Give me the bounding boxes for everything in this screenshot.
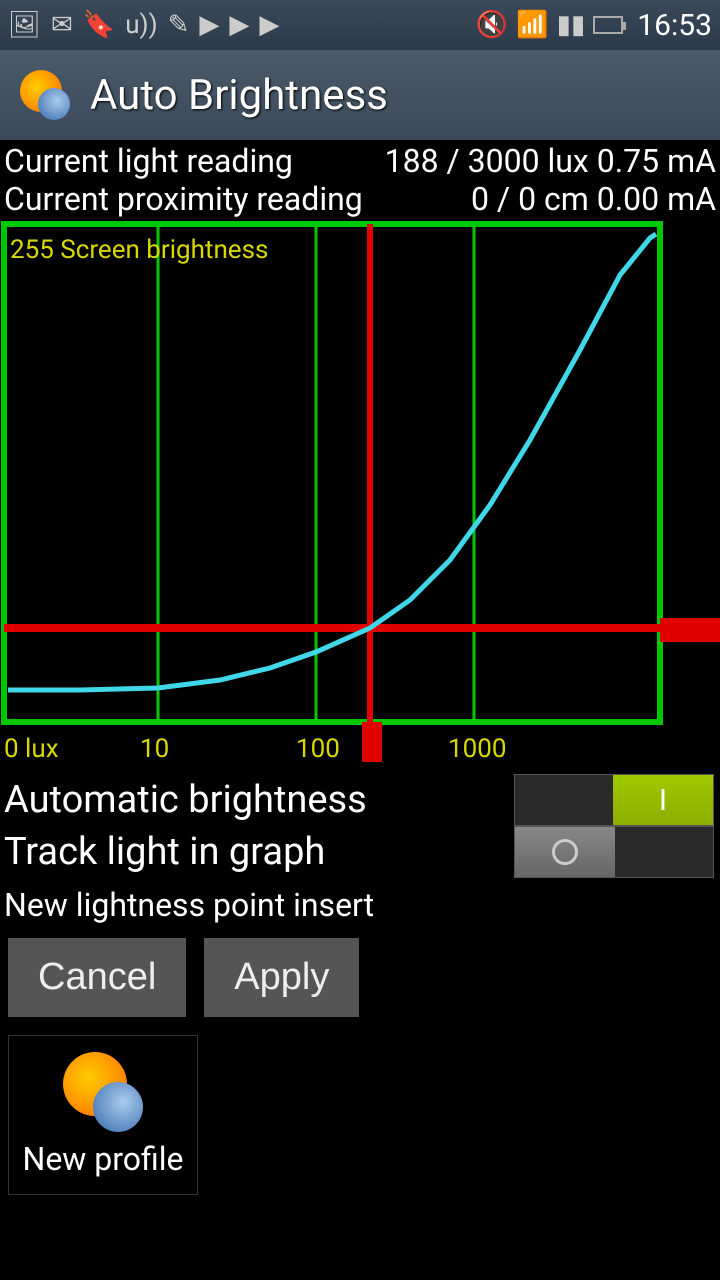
- chart-svg: [0, 220, 720, 770]
- track-light-toggle[interactable]: [514, 826, 714, 878]
- gmail-icon: ✉: [51, 10, 73, 40]
- wifi-icon: 📶: [516, 10, 548, 40]
- light-reading-label: Current light reading: [4, 142, 293, 180]
- audio-icon: u)): [125, 10, 157, 40]
- battery-icon: [593, 16, 623, 34]
- cancel-button[interactable]: Cancel: [8, 938, 186, 1017]
- play-store-icon-2: ▶: [229, 10, 249, 40]
- track-light-label: Track light in graph: [4, 830, 325, 874]
- app-notification-icon: 🔖: [83, 10, 115, 40]
- play-store-icon-3: ▶: [259, 10, 279, 40]
- title-bar: Auto Brightness: [0, 50, 720, 140]
- insert-point-label: New lightness point insert: [0, 882, 720, 928]
- auto-brightness-label: Automatic brightness: [4, 778, 367, 822]
- brightness-chart[interactable]: 255 Screen brightness 0 lux 10 100 1000: [0, 220, 720, 770]
- profile-icon: [63, 1052, 143, 1132]
- pencil-icon: ✎: [168, 10, 190, 40]
- new-profile-card[interactable]: New profile: [8, 1035, 198, 1195]
- clock: 16:53: [637, 8, 712, 43]
- button-row: Cancel Apply: [0, 928, 720, 1027]
- proximity-reading-label: Current proximity reading: [4, 180, 363, 218]
- proximity-reading-value: 0 / 0 cm 0.00 mA: [471, 180, 716, 218]
- x-tick-100: 100: [296, 734, 340, 764]
- play-store-icon: ▶: [199, 10, 219, 40]
- status-bar: 🖼 ✉ 🔖 u)) ✎ ▶ ▶ ▶ 🔇 📶 ▮▮ 16:53: [0, 0, 720, 50]
- apply-button[interactable]: Apply: [204, 938, 359, 1017]
- app-title: Auto Brightness: [90, 71, 388, 120]
- profiles-section: New profile: [0, 1027, 720, 1203]
- x-tick-1000: 1000: [448, 734, 506, 764]
- controls-section: Automatic brightness I Track light in gr…: [0, 770, 720, 882]
- x-tick-10: 10: [140, 734, 169, 764]
- app-icon: [20, 70, 70, 120]
- new-profile-label: New profile: [22, 1140, 183, 1178]
- chart-y-label: 255 Screen brightness: [10, 235, 268, 265]
- readings-section: Current light reading 188 / 3000 lux 0.7…: [0, 140, 720, 220]
- toggle-off-indicator: [515, 827, 615, 877]
- toggle-on-indicator: I: [613, 775, 713, 825]
- gallery-icon: 🖼: [8, 10, 41, 40]
- mute-icon: 🔇: [476, 10, 508, 40]
- status-left-icons: 🖼 ✉ 🔖 u)) ✎ ▶ ▶ ▶: [8, 10, 279, 40]
- auto-brightness-toggle[interactable]: I: [514, 774, 714, 826]
- chart-x-origin-label: 0 lux: [4, 734, 59, 764]
- signal-icon: ▮▮: [557, 10, 586, 40]
- status-right-icons: 🔇 📶 ▮▮ 16:53: [476, 8, 712, 43]
- light-reading-value: 188 / 3000 lux 0.75 mA: [385, 142, 716, 180]
